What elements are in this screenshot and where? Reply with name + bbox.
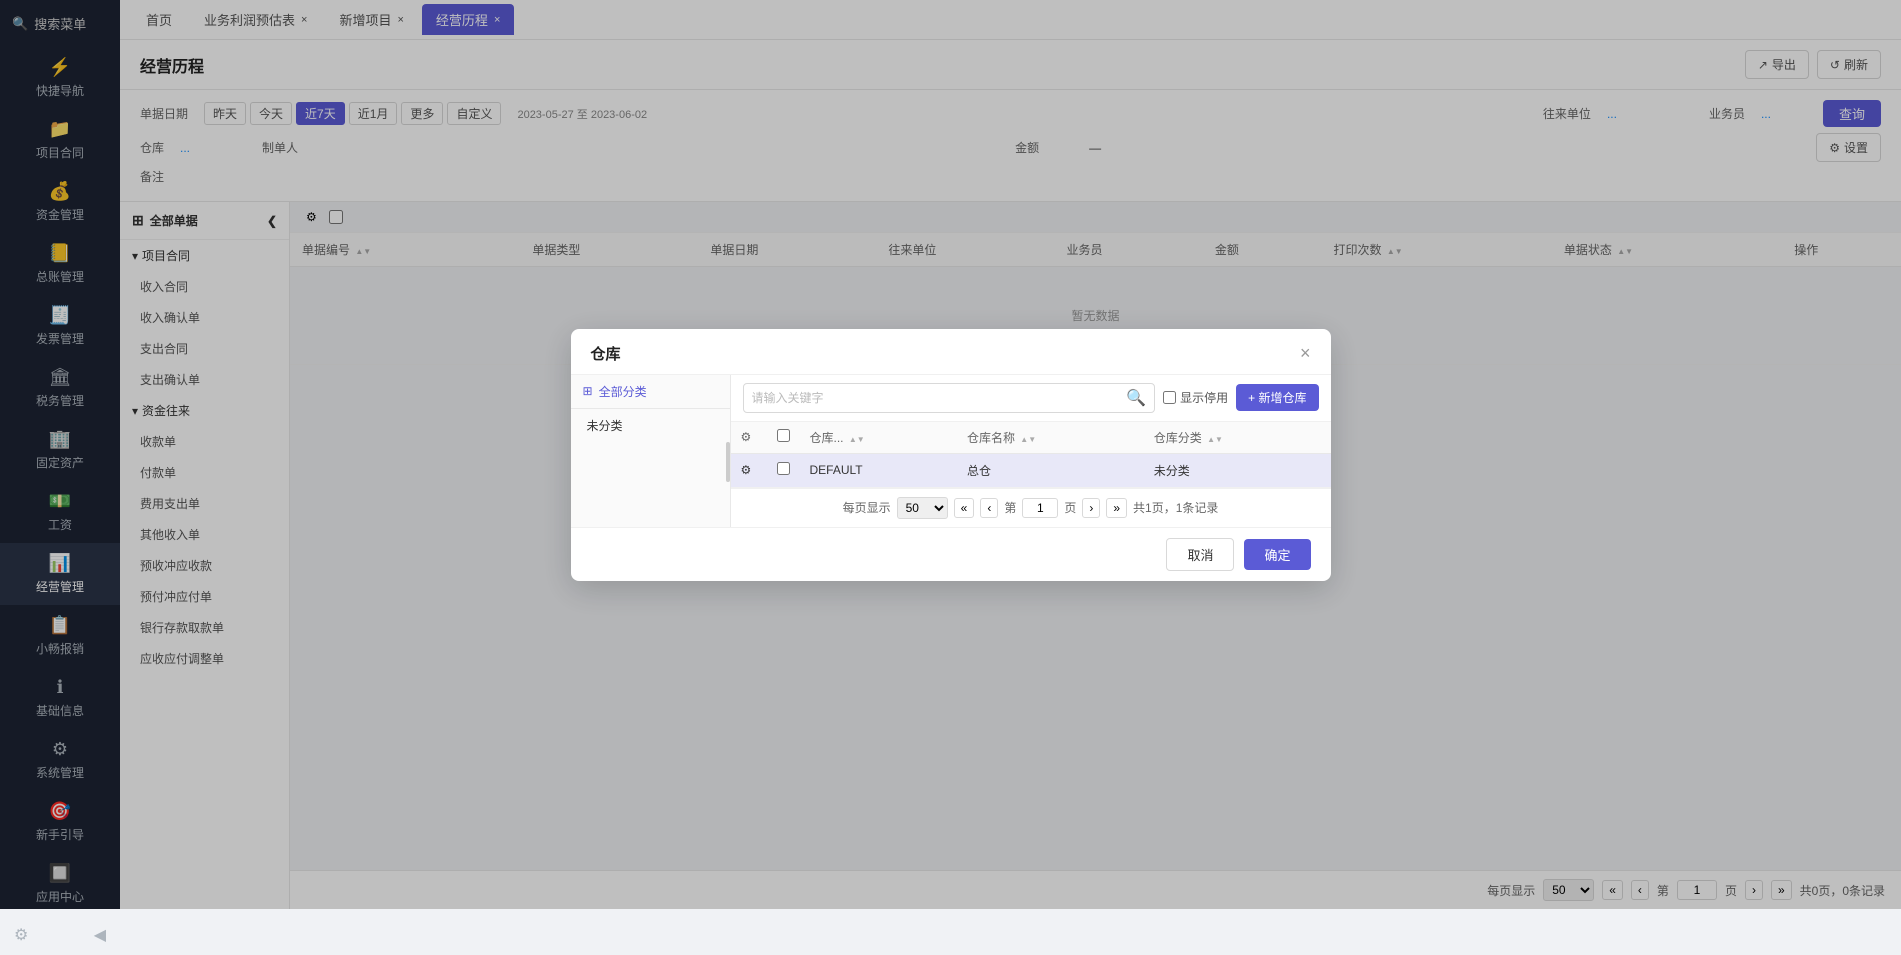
grid2-icon: ⊞ — [583, 384, 593, 398]
modal-page-label: 第 — [1004, 499, 1016, 516]
modal-total-text: 共1页，1条记录 — [1133, 499, 1218, 516]
modal-left-panel: ⊞ 全部分类 未分类 — [571, 375, 731, 527]
all-categories-header[interactable]: ⊞ 全部分类 — [571, 375, 730, 409]
row-checkbox[interactable] — [767, 453, 800, 487]
modal-pagination: 每页显示 50 100 « ‹ 第 页 › » 共1页，1条记录 — [731, 488, 1331, 527]
modal-overlay[interactable]: 仓库 × ⊞ 全部分类 未分类 — [0, 0, 1901, 909]
row-code: DEFAULT — [800, 453, 957, 487]
modal-page-input[interactable] — [1022, 498, 1058, 518]
modal-col-name: 仓库名称 ▲▼ — [957, 422, 1144, 454]
left-scrollbar — [726, 442, 730, 482]
uncategorized-item[interactable]: 未分类 — [571, 409, 730, 442]
modal-actions: 取消 确定 — [571, 527, 1331, 581]
modal-header: 仓库 × — [571, 329, 1331, 375]
modal-col-settings: ⚙ — [731, 422, 767, 454]
row-name: 总仓 — [957, 453, 1144, 487]
modal-next-btn[interactable]: › — [1082, 498, 1100, 518]
modal-close-button[interactable]: × — [1300, 343, 1311, 364]
modal-table: ⚙ 仓库... ▲▼ 仓库名称 ▲▼ — [731, 422, 1331, 488]
settings-bottom-icon[interactable]: ⚙ — [14, 925, 28, 945]
modal-page-label2: 页 — [1064, 499, 1076, 516]
modal-col-code: 仓库... ▲▼ — [800, 422, 957, 454]
modal-title: 仓库 — [591, 343, 621, 364]
show-disabled-check[interactable] — [1163, 391, 1176, 404]
modal-toolbar: 🔍 显示停用 + 新增仓库 — [731, 375, 1331, 422]
row-settings[interactable]: ⚙ — [731, 453, 767, 487]
modal-col-category: 仓库分类 ▲▼ — [1144, 422, 1331, 454]
table-row[interactable]: ⚙ DEFAULT 总仓 未分类 — [731, 453, 1331, 487]
confirm-button[interactable]: 确定 — [1244, 539, 1310, 570]
modal-search-input[interactable] — [752, 391, 1121, 405]
modal-body: ⊞ 全部分类 未分类 🔍 — [571, 375, 1331, 527]
modal-col-checkbox — [767, 422, 800, 454]
modal-per-page-label: 每页显示 — [843, 499, 891, 516]
modal-select-all[interactable] — [777, 429, 790, 442]
sidebar-bottom: ⚙ ◀ — [0, 915, 120, 955]
show-disabled-label: 显示停用 — [1180, 389, 1228, 406]
modal-per-page-select[interactable]: 50 100 — [897, 497, 948, 519]
all-categories-label: 全部分类 — [599, 383, 647, 400]
row-category: 未分类 — [1144, 453, 1331, 487]
cancel-button[interactable]: 取消 — [1166, 538, 1234, 571]
modal-last-btn[interactable]: » — [1106, 498, 1127, 518]
modal-prev-btn[interactable]: ‹ — [980, 498, 998, 518]
uncategorized-label: 未分类 — [587, 419, 623, 433]
search2-icon: 🔍 — [1126, 388, 1146, 408]
expand-icon[interactable]: ◀ — [94, 925, 106, 945]
modal-first-btn[interactable]: « — [954, 498, 975, 518]
modal-search-box[interactable]: 🔍 — [743, 383, 1156, 413]
add-warehouse-button[interactable]: + 新增仓库 — [1236, 384, 1318, 411]
warehouse-modal: 仓库 × ⊞ 全部分类 未分类 — [571, 329, 1331, 581]
show-disabled-checkbox[interactable]: 显示停用 — [1163, 389, 1228, 406]
modal-right-panel: 🔍 显示停用 + 新增仓库 ⚙ — [731, 375, 1331, 527]
